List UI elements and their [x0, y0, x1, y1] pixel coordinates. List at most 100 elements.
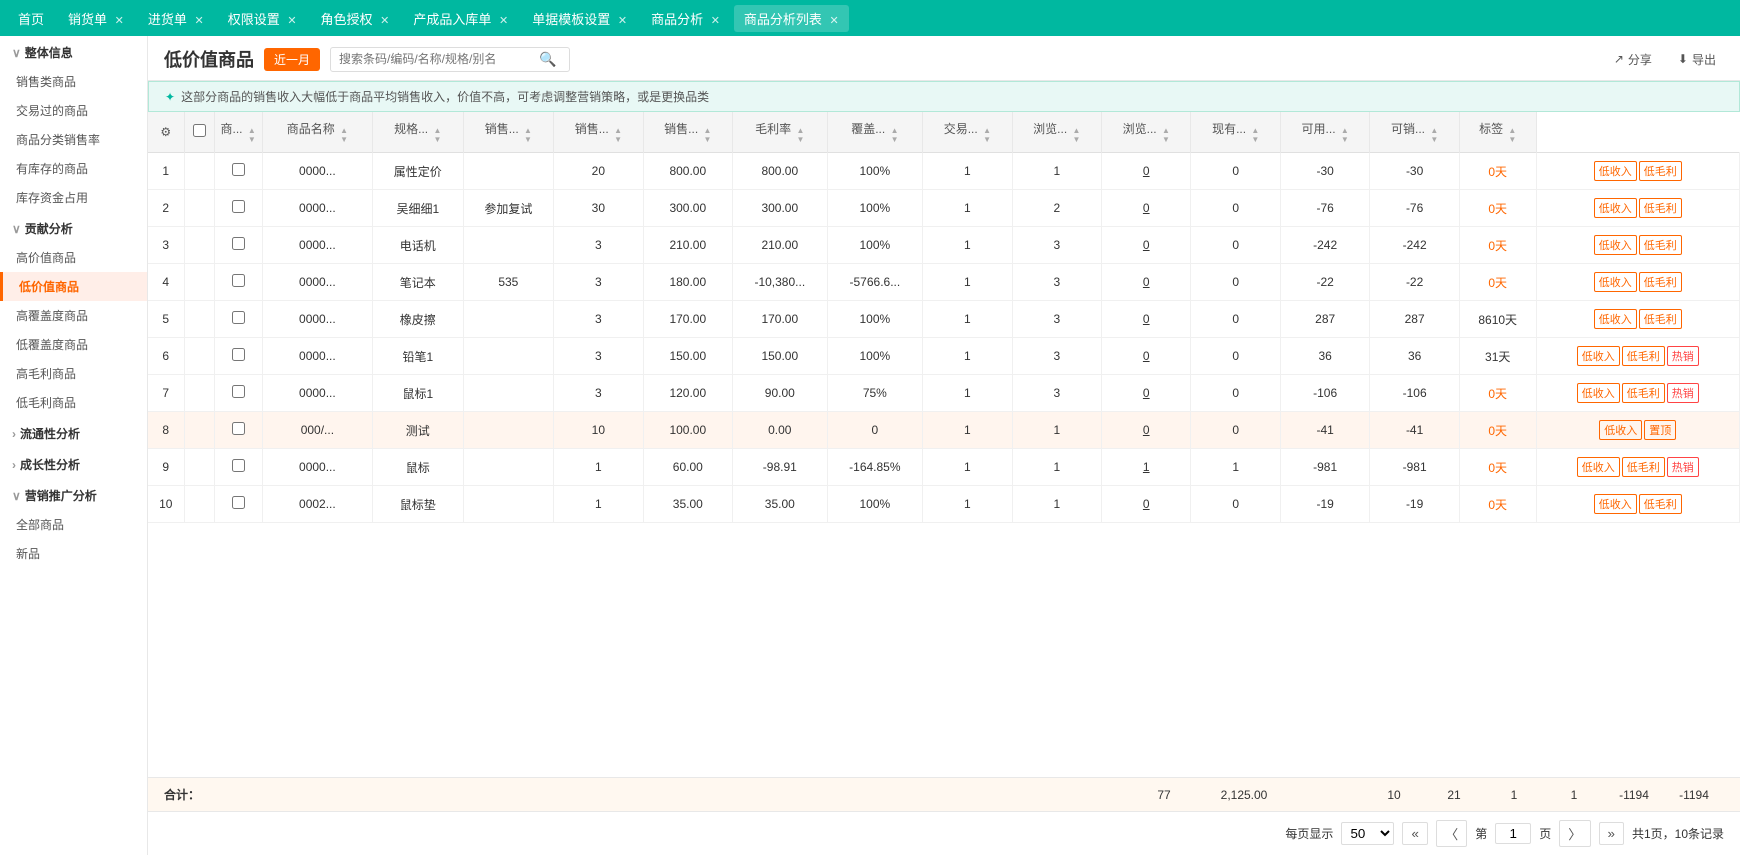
- pv1-link[interactable]: 0: [1143, 349, 1150, 363]
- share-button[interactable]: ↗ 分享: [1606, 48, 1660, 71]
- sidebar-group-overall[interactable]: ∨ 整体信息: [0, 36, 147, 67]
- cell-margin-rate: 75%: [827, 375, 923, 412]
- tag-label: 低收入: [1577, 346, 1620, 366]
- col-sellable: 可销... ▲▼: [1370, 112, 1459, 153]
- cell-checkbox[interactable]: [214, 412, 262, 449]
- sidebar-item-traded-products[interactable]: 交易过的商品: [0, 96, 147, 125]
- search-icon[interactable]: 🔍: [539, 51, 556, 68]
- row-checkbox[interactable]: [232, 422, 245, 435]
- sidebar-item-inventory-products[interactable]: 有库存的商品: [0, 154, 147, 183]
- row-checkbox[interactable]: [232, 311, 245, 324]
- cell-code: 0000...: [262, 190, 372, 227]
- sidebar-item-low-margin[interactable]: 低毛利商品: [0, 388, 147, 417]
- cell-pv2: 0: [1191, 486, 1280, 523]
- close-icon[interactable]: ✕: [115, 15, 124, 27]
- page-title: 低价值商品: [164, 46, 254, 72]
- pv1-link[interactable]: 0: [1143, 201, 1150, 215]
- close-icon[interactable]: ✕: [287, 15, 296, 27]
- close-icon[interactable]: ✕: [380, 15, 389, 27]
- row-checkbox[interactable]: [232, 496, 245, 509]
- cell-checkbox[interactable]: [214, 338, 262, 375]
- cell-checkbox[interactable]: [214, 227, 262, 264]
- cell-checkbox[interactable]: [214, 264, 262, 301]
- nav-role-auth[interactable]: 角色授权 ✕: [311, 5, 400, 32]
- close-icon[interactable]: ✕: [618, 15, 627, 27]
- nav-purchase-order[interactable]: 进货单 ✕: [138, 5, 214, 32]
- cell-sales-qty: 1: [554, 486, 643, 523]
- pv1-link[interactable]: 0: [1143, 238, 1150, 252]
- sidebar-item-inventory-capital[interactable]: 库存资金占用: [0, 183, 147, 212]
- sidebar-item-high-coverage[interactable]: 高覆盖度商品: [0, 301, 147, 330]
- nav-home[interactable]: 首页: [8, 5, 54, 32]
- pv1-link[interactable]: 1: [1143, 460, 1150, 474]
- cell-pv2: 0: [1191, 153, 1280, 190]
- cell-pv1: 0: [1102, 338, 1191, 375]
- cell-checkbox[interactable]: [214, 486, 262, 523]
- cell-checkbox[interactable]: [214, 301, 262, 338]
- nav-product-analysis[interactable]: 商品分析 ✕: [641, 5, 730, 32]
- nav-permission[interactable]: 权限设置 ✕: [218, 5, 307, 32]
- col-checkbox[interactable]: [184, 112, 214, 153]
- next-page-button[interactable]: 〉: [1559, 820, 1590, 847]
- cell-checkbox[interactable]: [214, 375, 262, 412]
- cell-checkbox[interactable]: [214, 190, 262, 227]
- cell-num: 3: [148, 227, 184, 264]
- cell-sellable: 0天: [1459, 153, 1536, 190]
- share-icon: ↗: [1614, 52, 1624, 66]
- cell-num: 8: [148, 412, 184, 449]
- row-checkbox[interactable]: [232, 348, 245, 361]
- row-checkbox[interactable]: [232, 200, 245, 213]
- cell-name: 鼠标垫: [373, 486, 464, 523]
- sidebar-item-all-products[interactable]: 全部商品: [0, 510, 147, 539]
- pv1-link[interactable]: 0: [1143, 275, 1150, 289]
- sidebar-item-high-value[interactable]: 高价值商品: [0, 243, 147, 272]
- select-all-checkbox[interactable]: [193, 124, 206, 137]
- page-input[interactable]: [1495, 823, 1531, 844]
- row-checkbox[interactable]: [232, 459, 245, 472]
- cell-coverage: 1: [923, 375, 1012, 412]
- cell-spec: [463, 412, 554, 449]
- last-page-button[interactable]: »: [1599, 822, 1624, 845]
- nav-product-entry[interactable]: 产成品入库单 ✕: [403, 5, 518, 32]
- sidebar-item-low-value[interactable]: 低价值商品: [0, 272, 147, 301]
- col-settings[interactable]: ⚙: [148, 112, 184, 153]
- sidebar-group-growth[interactable]: › 成长性分析: [0, 448, 147, 479]
- per-page-select[interactable]: 50 100: [1341, 822, 1394, 845]
- nav-product-analysis-list[interactable]: 商品分析列表 ✕: [734, 5, 849, 32]
- pv1-link[interactable]: 0: [1143, 312, 1150, 326]
- sidebar-item-new-products[interactable]: 新品: [0, 539, 147, 568]
- close-icon[interactable]: ✕: [194, 15, 203, 27]
- search-input[interactable]: [339, 52, 539, 66]
- close-icon[interactable]: ✕: [499, 15, 508, 27]
- sidebar-item-high-margin[interactable]: 高毛利商品: [0, 359, 147, 388]
- pv1-link[interactable]: 0: [1143, 164, 1150, 178]
- filter-button[interactable]: 近一月: [264, 48, 320, 71]
- export-button[interactable]: ⬇ 导出: [1670, 48, 1724, 71]
- cell-sales-amt: 100.00: [643, 412, 732, 449]
- row-checkbox[interactable]: [232, 385, 245, 398]
- row-checkbox[interactable]: [232, 237, 245, 250]
- sidebar-item-sales-products[interactable]: 销售类商品: [0, 67, 147, 96]
- nav-sales-order[interactable]: 销货单 ✕: [58, 5, 134, 32]
- pv1-link[interactable]: 0: [1143, 497, 1150, 511]
- close-icon[interactable]: ✕: [830, 15, 839, 27]
- row-checkbox[interactable]: [232, 163, 245, 176]
- cell-code: 0000...: [262, 375, 372, 412]
- nav-template[interactable]: 单据模板设置 ✕: [522, 5, 637, 32]
- sidebar-item-category-rate[interactable]: 商品分类销售率: [0, 125, 147, 154]
- prev-page-button[interactable]: 〈: [1436, 820, 1467, 847]
- cell-checkbox[interactable]: [214, 449, 262, 486]
- cell-margin-rate: 100%: [827, 190, 923, 227]
- sidebar-group-contribution[interactable]: ∨ 贡献分析: [0, 212, 147, 243]
- close-icon[interactable]: ✕: [711, 15, 720, 27]
- pv1-link[interactable]: 0: [1143, 423, 1150, 437]
- cell-pv1: 0: [1102, 301, 1191, 338]
- sidebar-group-marketing[interactable]: ∨ 营销推广分析: [0, 479, 147, 510]
- cell-sales-profit: 170.00: [733, 301, 828, 338]
- cell-checkbox[interactable]: [214, 153, 262, 190]
- sidebar-group-circulation[interactable]: › 流通性分析: [0, 417, 147, 448]
- pv1-link[interactable]: 0: [1143, 386, 1150, 400]
- sidebar-item-low-coverage[interactable]: 低覆盖度商品: [0, 330, 147, 359]
- first-page-button[interactable]: «: [1402, 822, 1427, 845]
- row-checkbox[interactable]: [232, 274, 245, 287]
